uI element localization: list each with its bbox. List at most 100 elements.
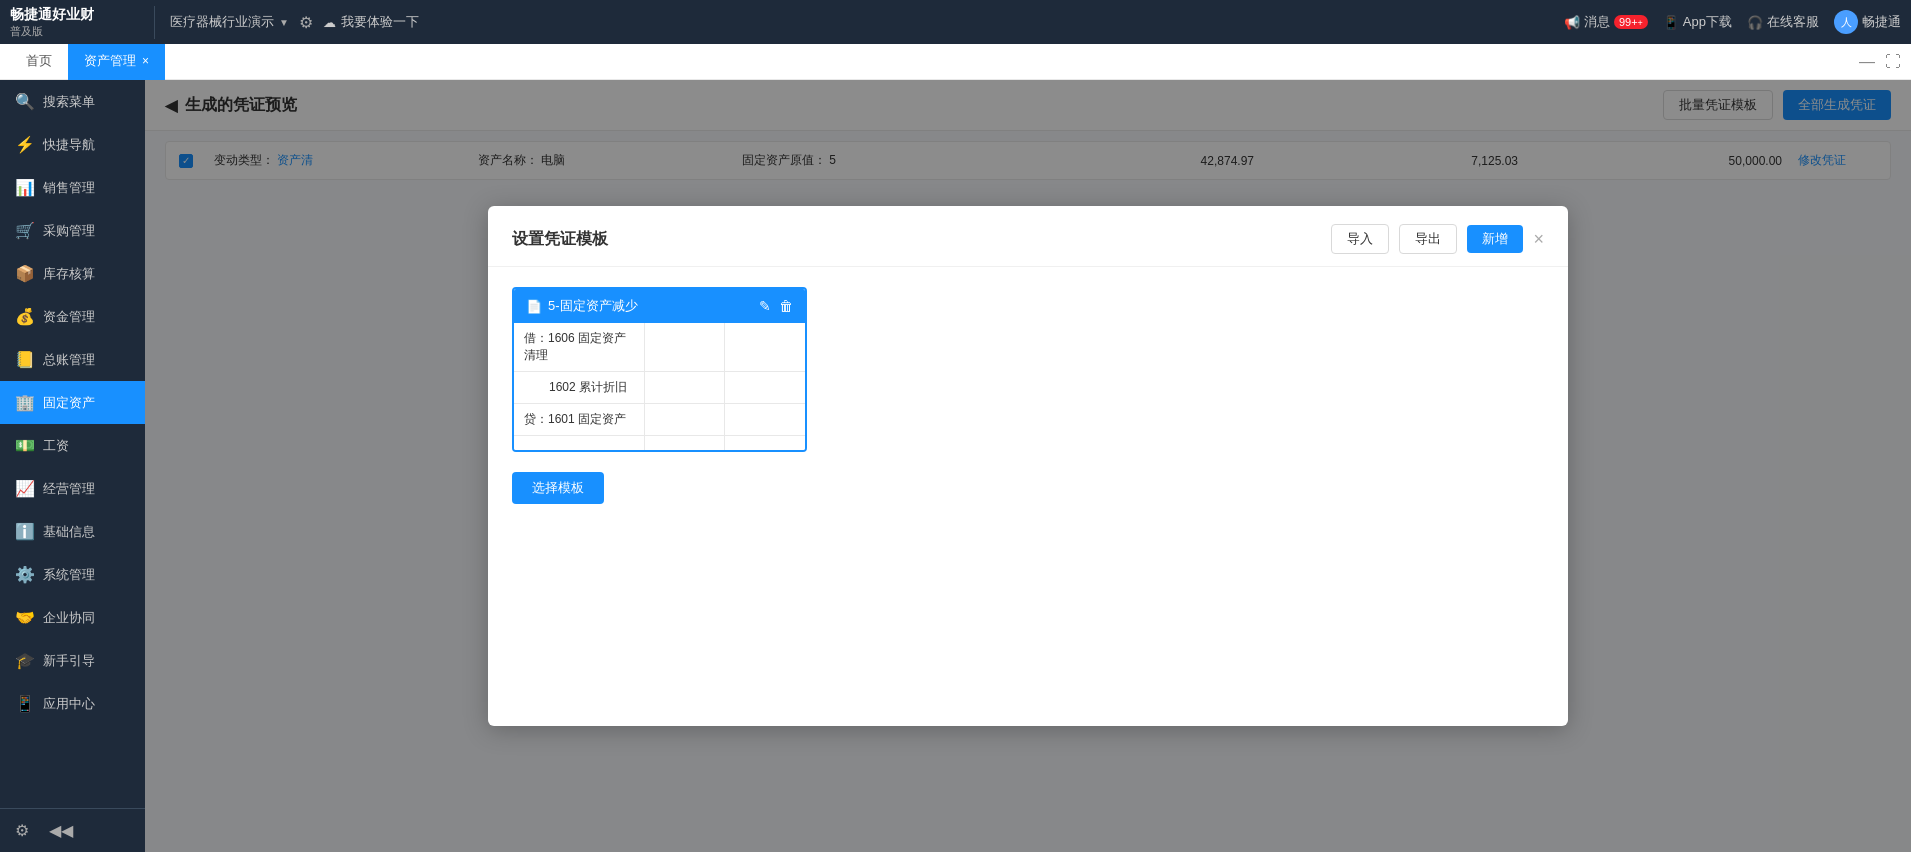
template-row	[514, 436, 805, 450]
template-card-header-actions: ✎ 🗑	[759, 298, 793, 314]
template-credit-2	[725, 404, 805, 435]
sidebar-item-label: 总账管理	[43, 351, 95, 369]
sidebar-item-quick-nav[interactable]: ⚡ 快捷导航	[0, 123, 145, 166]
avatar: 人	[1834, 10, 1858, 34]
sidebar-item-label: 基础信息	[43, 523, 95, 541]
sidebar-item-purchase[interactable]: 🛒 采购管理	[0, 209, 145, 252]
cloud-icon: ☁	[323, 15, 336, 30]
template-card-header-left: 📄 5-固定资产减少	[526, 297, 638, 315]
tab-asset-mgmt-label: 资产管理	[84, 52, 136, 70]
sidebar-item-label: 系统管理	[43, 566, 95, 584]
fund-icon: 💰	[15, 307, 35, 326]
topbar-right: 📢 消息 99++ 📱 App下载 🎧 在线客服 人 畅捷通	[1564, 10, 1901, 34]
purchase-icon: 🛒	[15, 221, 35, 240]
sidebar-item-salary[interactable]: 💵 工资	[0, 424, 145, 467]
template-row: 1602 累计折旧	[514, 372, 805, 404]
sidebar-item-sales[interactable]: 📊 销售管理	[0, 166, 145, 209]
notifications-label: 消息	[1584, 13, 1610, 31]
search-icon: 🔍	[15, 92, 35, 111]
sidebar-item-label: 搜索菜单	[43, 93, 95, 111]
notifications-badge: 99++	[1614, 15, 1648, 29]
online-service-label: 在线客服	[1767, 13, 1819, 31]
template-credit-0	[725, 323, 805, 371]
ledger-icon: 📒	[15, 350, 35, 369]
main-layout: 🔍 搜索菜单 ⚡ 快捷导航 📊 销售管理 🛒 采购管理 📦 库存核算 💰	[0, 80, 1911, 852]
select-template-button[interactable]: 选择模板	[512, 472, 604, 504]
template-name: 5-固定资产减少	[548, 297, 638, 315]
template-row: 借：1606 固定资产清理	[514, 323, 805, 372]
template-name-text: 固定资产减少	[560, 298, 638, 313]
sidebar-item-guide[interactable]: 🎓 新手引导	[0, 639, 145, 682]
logo-main: 畅捷通好业财	[10, 6, 94, 24]
inventory-icon: 📦	[15, 264, 35, 283]
sidebar-item-label: 库存核算	[43, 265, 95, 283]
sidebar-item-label: 经营管理	[43, 480, 95, 498]
template-credit-1	[725, 372, 805, 403]
template-card-header: 📄 5-固定资产减少 ✎ 🗑	[514, 289, 805, 323]
sidebar-item-app-center[interactable]: 📱 应用中心	[0, 682, 145, 725]
modal-close-icon[interactable]: ×	[1533, 230, 1544, 248]
sidebar: 🔍 搜索菜单 ⚡ 快捷导航 📊 销售管理 🛒 采购管理 📦 库存核算 💰	[0, 80, 145, 852]
app-download-button[interactable]: 📱 App下载	[1663, 13, 1732, 31]
sidebar-item-inventory[interactable]: 📦 库存核算	[0, 252, 145, 295]
notifications-button[interactable]: 📢 消息 99++	[1564, 13, 1648, 31]
template-account-2: 贷：1601 固定资产	[514, 404, 645, 435]
template-card: 📄 5-固定资产减少 ✎ 🗑	[512, 287, 807, 452]
user-label: 畅捷通	[1862, 13, 1901, 31]
export-button[interactable]: 导出	[1399, 224, 1457, 254]
mobile-icon: 📱	[1663, 15, 1679, 30]
tab-home-label: 首页	[26, 52, 52, 70]
sidebar-item-system[interactable]: ⚙️ 系统管理	[0, 553, 145, 596]
tab-close-icon[interactable]: ×	[142, 54, 149, 68]
company-selector[interactable]: 医疗器械行业演示 ▼	[170, 13, 289, 31]
sidebar-item-operation[interactable]: 📈 经营管理	[0, 467, 145, 510]
sidebar-item-fixed-asset[interactable]: 🏢 固定资产	[0, 381, 145, 424]
sidebar-item-ledger[interactable]: 📒 总账管理	[0, 338, 145, 381]
sidebar-item-label: 资金管理	[43, 308, 95, 326]
modal-set-template: 设置凭证模板 导入 导出 新增 × 📄	[488, 206, 1568, 726]
sidebar-item-label: 快捷导航	[43, 136, 95, 154]
template-id: 5	[548, 298, 555, 313]
window-controls: — ⛶	[1859, 53, 1901, 71]
sidebar-item-search[interactable]: 🔍 搜索菜单	[0, 80, 145, 123]
headset-icon: 🎧	[1747, 15, 1763, 30]
tab-home[interactable]: 首页	[10, 44, 68, 80]
sidebar-item-basic-info[interactable]: ℹ️ 基础信息	[0, 510, 145, 553]
sidebar-item-label: 企业协同	[43, 609, 95, 627]
sidebar-footer: ⚙ ◀◀	[0, 808, 145, 852]
chevron-down-icon: ▼	[279, 17, 289, 28]
user-menu[interactable]: 人 畅捷通	[1834, 10, 1901, 34]
basic-info-icon: ℹ️	[15, 522, 35, 541]
experience-button[interactable]: ☁ 我要体验一下	[323, 13, 419, 31]
enterprise-icon: 🤝	[15, 608, 35, 627]
sales-icon: 📊	[15, 178, 35, 197]
template-debit-0	[645, 323, 725, 371]
footer-settings-icon[interactable]: ⚙	[15, 821, 29, 840]
modal-header-actions: 导入 导出 新增 ×	[1331, 224, 1544, 254]
topbar: 畅捷通好业财 普及版 医疗器械行业演示 ▼ ⚙ ☁ 我要体验一下 📢 消息 99…	[0, 0, 1911, 44]
modal-title: 设置凭证模板	[512, 229, 608, 250]
maximize-icon[interactable]: ⛶	[1885, 53, 1901, 71]
salary-icon: 💵	[15, 436, 35, 455]
tab-asset-mgmt[interactable]: 资产管理 ×	[68, 44, 165, 80]
import-button[interactable]: 导入	[1331, 224, 1389, 254]
app-download-label: App下载	[1683, 13, 1732, 31]
logo-sub: 普及版	[10, 24, 43, 39]
fixed-asset-icon: 🏢	[15, 393, 35, 412]
tabbar: 首页 资产管理 × — ⛶	[0, 44, 1911, 80]
new-button[interactable]: 新增	[1467, 225, 1523, 253]
edit-icon[interactable]: ✎	[759, 298, 771, 314]
minimize-icon[interactable]: —	[1859, 53, 1875, 71]
settings-icon[interactable]: ⚙	[299, 13, 313, 32]
footer-collapse-icon[interactable]: ◀◀	[49, 821, 73, 840]
online-service-button[interactable]: 🎧 在线客服	[1747, 13, 1819, 31]
template-doc-icon: 📄	[526, 299, 542, 314]
template-credit-3	[725, 436, 805, 450]
template-debit-3	[645, 436, 725, 450]
company-name: 医疗器械行业演示	[170, 13, 274, 31]
delete-icon[interactable]: 🗑	[779, 298, 793, 314]
sidebar-item-fund[interactable]: 💰 资金管理	[0, 295, 145, 338]
sidebar-item-label: 销售管理	[43, 179, 95, 197]
sidebar-item-enterprise[interactable]: 🤝 企业协同	[0, 596, 145, 639]
sidebar-item-label: 新手引导	[43, 652, 95, 670]
